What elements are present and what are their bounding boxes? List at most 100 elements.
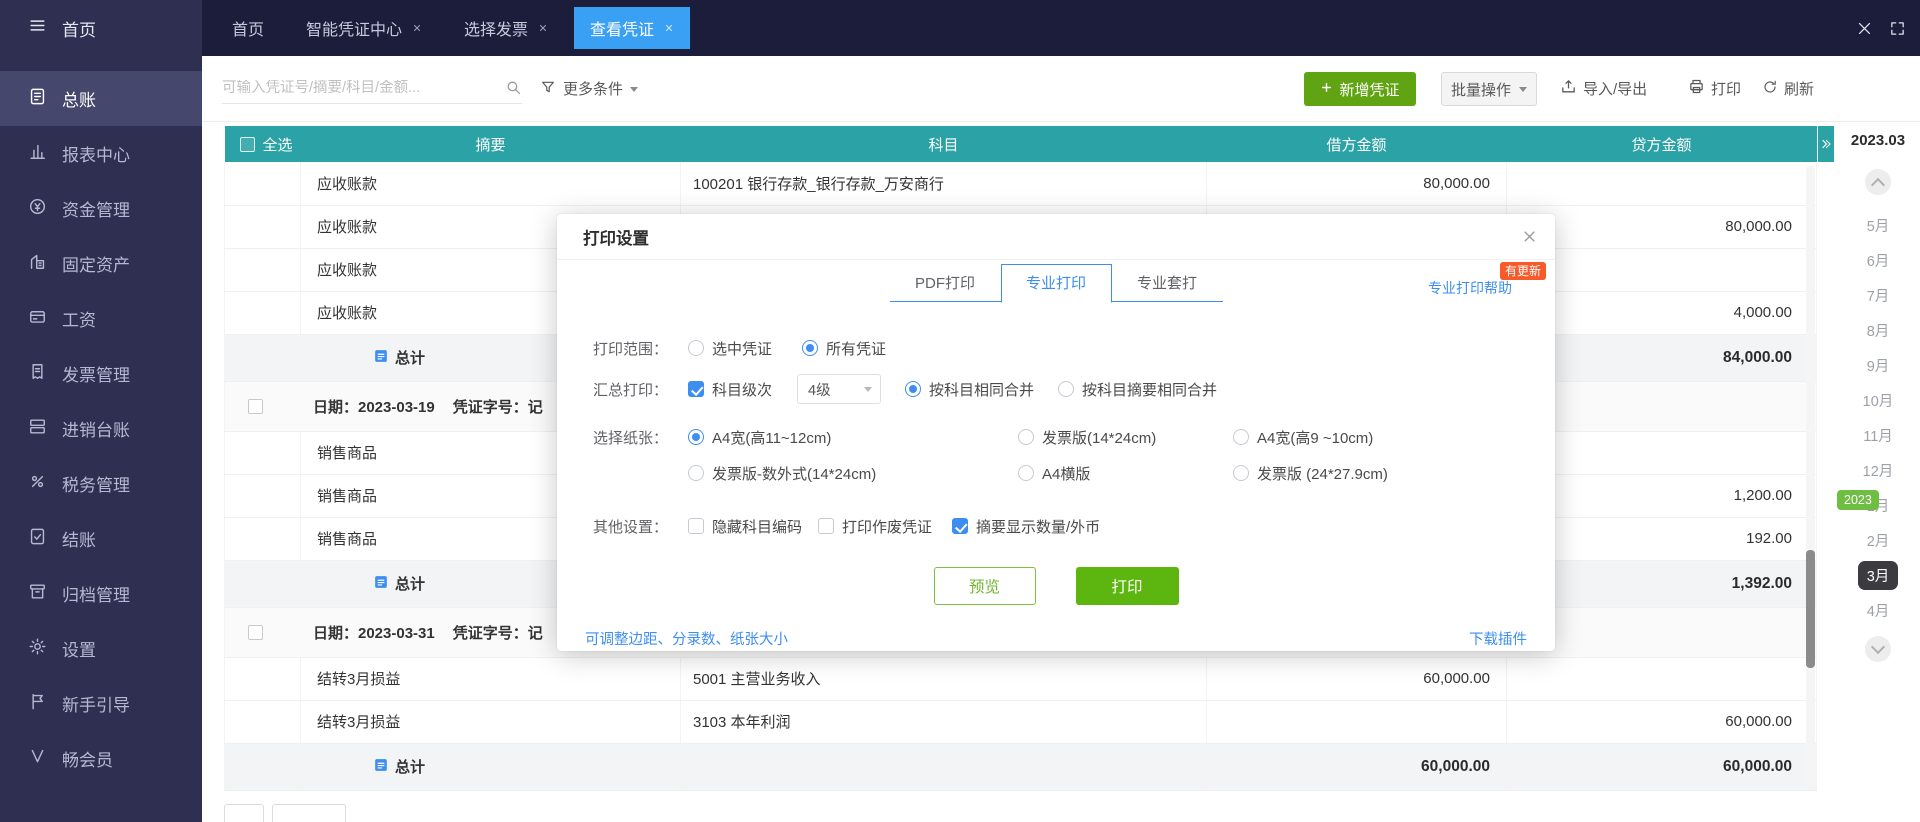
row-checkbox[interactable] (248, 398, 263, 414)
refresh-label: 刷新 (1784, 81, 1815, 98)
sidebar-item-general-ledger[interactable]: 总账 (0, 71, 202, 126)
sidebar-item-report-center[interactable]: 报表中心 (0, 126, 202, 181)
vertical-scrollbar-thumb[interactable] (1806, 550, 1815, 668)
level-select[interactable]: 4级 (797, 374, 882, 404)
radio-merge-same-account-summary[interactable]: 按科目摘要相同合并 (1058, 379, 1217, 400)
calendar-scroll-down-icon[interactable] (1865, 636, 1891, 662)
tab-select-invoice[interactable]: 选择发票 (448, 7, 564, 49)
month-item[interactable]: 11月 (1836, 418, 1920, 453)
fullscreen-icon[interactable] (1889, 20, 1906, 37)
month-item[interactable]: 2月 (1836, 523, 1920, 558)
radio-paper-a4-wide-9-10[interactable]: A4宽(高9 ~10cm) (1233, 427, 1373, 448)
checkbox-icon (818, 518, 834, 534)
sidebar-item-funds[interactable]: 资金管理 (0, 181, 202, 236)
radio-paper-invoice-14-24[interactable]: 发票版(14*24cm) (1018, 427, 1233, 448)
add-voucher-button[interactable]: 新增凭证 (1304, 72, 1416, 106)
sidebar-item-payroll[interactable]: 工资 (0, 291, 202, 346)
sidebar-item-fixed-assets[interactable]: 固定资产 (0, 236, 202, 291)
month-item-active[interactable]: 3月 (1836, 558, 1920, 593)
window-close-icon[interactable] (1856, 20, 1873, 37)
radio-paper-invoice-ext-14-24[interactable]: 发票版-数外式(14*24cm) (688, 463, 1018, 484)
radio-merge-same-account[interactable]: 按科目相同合并 (905, 379, 1034, 400)
tab-professional-preset-print[interactable]: 专业套打 (1111, 264, 1223, 301)
tab-smart-voucher-center[interactable]: 智能凭证中心 (290, 7, 438, 49)
sidebar-home[interactable]: 首页 (0, 0, 202, 56)
sidebar-item-archive[interactable]: 归档管理 (0, 566, 202, 621)
subtotal-row: 总计 60,000.00 60,000.00 (224, 743, 1817, 791)
download-plugin-link[interactable]: 下载插件 (1469, 628, 1527, 649)
batch-operations-button[interactable]: 批量操作 (1441, 72, 1537, 106)
month-item[interactable]: 5月 (1836, 208, 1920, 243)
table-row[interactable]: 结转3月损益 3103 本年利润 60,000.00 (224, 700, 1817, 744)
sidebar-item-label: 结账 (62, 531, 96, 550)
month-item[interactable]: 6月 (1836, 243, 1920, 278)
add-voucher-label: 新增凭证 (1339, 81, 1400, 99)
flag-icon (28, 692, 47, 716)
sidebar-item-inventory-ledger[interactable]: 进销台账 (0, 401, 202, 456)
import-export-button[interactable]: 导入/导出 (1560, 78, 1647, 99)
tab-home[interactable]: 首页 (216, 7, 280, 49)
total-icon (374, 575, 388, 593)
menu-hamburger-icon (28, 16, 47, 40)
print-settings-dialog: 打印设置 PDF打印 专业打印 专业套打 专业打印帮助 有更新 打印范围： 选中… (557, 214, 1555, 651)
total-icon (374, 758, 388, 776)
radio-selected-vouchers[interactable]: 选中凭证 (688, 338, 772, 359)
month-item[interactable]: 9月 (1836, 348, 1920, 383)
print-button[interactable]: 打印 (1688, 78, 1741, 99)
table-row[interactable]: 结转3月损益 5001 主营业务收入 60,000.00 (224, 657, 1817, 701)
checkbox-account-level[interactable]: 科目级次 (688, 379, 772, 400)
dialog-close-icon[interactable] (1522, 229, 1537, 244)
refresh-button[interactable]: 刷新 (1762, 78, 1814, 99)
vertical-scrollbar-track[interactable] (1806, 166, 1815, 786)
sidebar-item-label: 新手引导 (62, 696, 130, 715)
radio-paper-a4-wide-11-12[interactable]: A4宽(高11~12cm) (688, 427, 1018, 448)
tab-pdf-print[interactable]: PDF打印 (889, 264, 1001, 301)
print-confirm-button[interactable]: 打印 (1075, 567, 1179, 605)
print-label: 打印 (1711, 81, 1742, 98)
cell-credit (1506, 657, 1817, 701)
month-item[interactable]: 7月 (1836, 278, 1920, 313)
month-item[interactable]: 4月 (1836, 593, 1920, 628)
row-checkbox[interactable] (248, 624, 263, 640)
group-date-label: 日期：2023-03-31 (313, 624, 435, 642)
search-input[interactable] (222, 79, 505, 96)
radio-paper-invoice-24-27[interactable]: 发票版 (24*27.9cm) (1233, 463, 1388, 484)
select-all-checkbox[interactable] (239, 136, 255, 152)
search-icon[interactable] (505, 79, 522, 96)
cell-debit: 60,000.00 (1206, 657, 1507, 701)
radio-all-vouchers[interactable]: 所有凭证 (802, 338, 886, 359)
sidebar-item-member[interactable]: 畅会员 (0, 731, 202, 786)
current-period-label: 2023.03 (1850, 132, 1906, 149)
sidebar-item-tax[interactable]: 税务管理 (0, 456, 202, 511)
print-help-link[interactable]: 专业打印帮助 (1428, 278, 1512, 298)
header-expand-icon[interactable] (1818, 126, 1834, 162)
month-item[interactable]: 12月 (1836, 453, 1920, 488)
sidebar-item-label: 进销台账 (62, 421, 130, 440)
preview-button[interactable]: 预览 (933, 567, 1036, 605)
sidebar-item-invoice[interactable]: 发票管理 (0, 346, 202, 401)
checkbox-show-quantity-currency[interactable]: 摘要显示数量/外币 (952, 516, 1100, 537)
sidebar-item-label: 税务管理 (62, 476, 130, 495)
sidebar-item-beginner-guide[interactable]: 新手引导 (0, 676, 202, 731)
month-item[interactable]: 8月 (1836, 313, 1920, 348)
pagination-control[interactable] (224, 804, 264, 822)
radio-paper-a4-landscape[interactable]: A4横版 (1018, 463, 1233, 484)
sidebar-item-closing[interactable]: 结账 (0, 511, 202, 566)
inventory-stack-icon (28, 417, 47, 441)
calendar-scroll-up-icon[interactable] (1865, 169, 1891, 195)
sidebar-item-settings[interactable]: 设置 (0, 621, 202, 676)
tab-close-icon[interactable] (538, 23, 548, 33)
checkbox-hide-account-code[interactable]: 隐藏科目编码 (688, 516, 818, 537)
table-row[interactable]: 应收账款 100201 银行存款_银行存款_万安商行 80,000.00 (224, 162, 1817, 206)
tab-professional-print[interactable]: 专业打印 (1000, 264, 1112, 303)
checkbox-print-voided-vouchers[interactable]: 打印作废凭证 (818, 516, 952, 537)
tab-close-icon[interactable] (412, 23, 422, 33)
sidebar-item-label: 固定资产 (62, 256, 130, 275)
adjust-margins-link[interactable]: 可调整边距、分录数、纸张大小 (585, 628, 788, 649)
pagination-page-size-select[interactable] (272, 804, 346, 822)
more-filters-button[interactable]: 更多条件 (540, 78, 639, 99)
tab-close-icon[interactable] (664, 23, 674, 33)
tab-view-voucher[interactable]: 查看凭证 (574, 7, 691, 49)
radio-icon (688, 465, 704, 481)
month-item[interactable]: 10月 (1836, 383, 1920, 418)
